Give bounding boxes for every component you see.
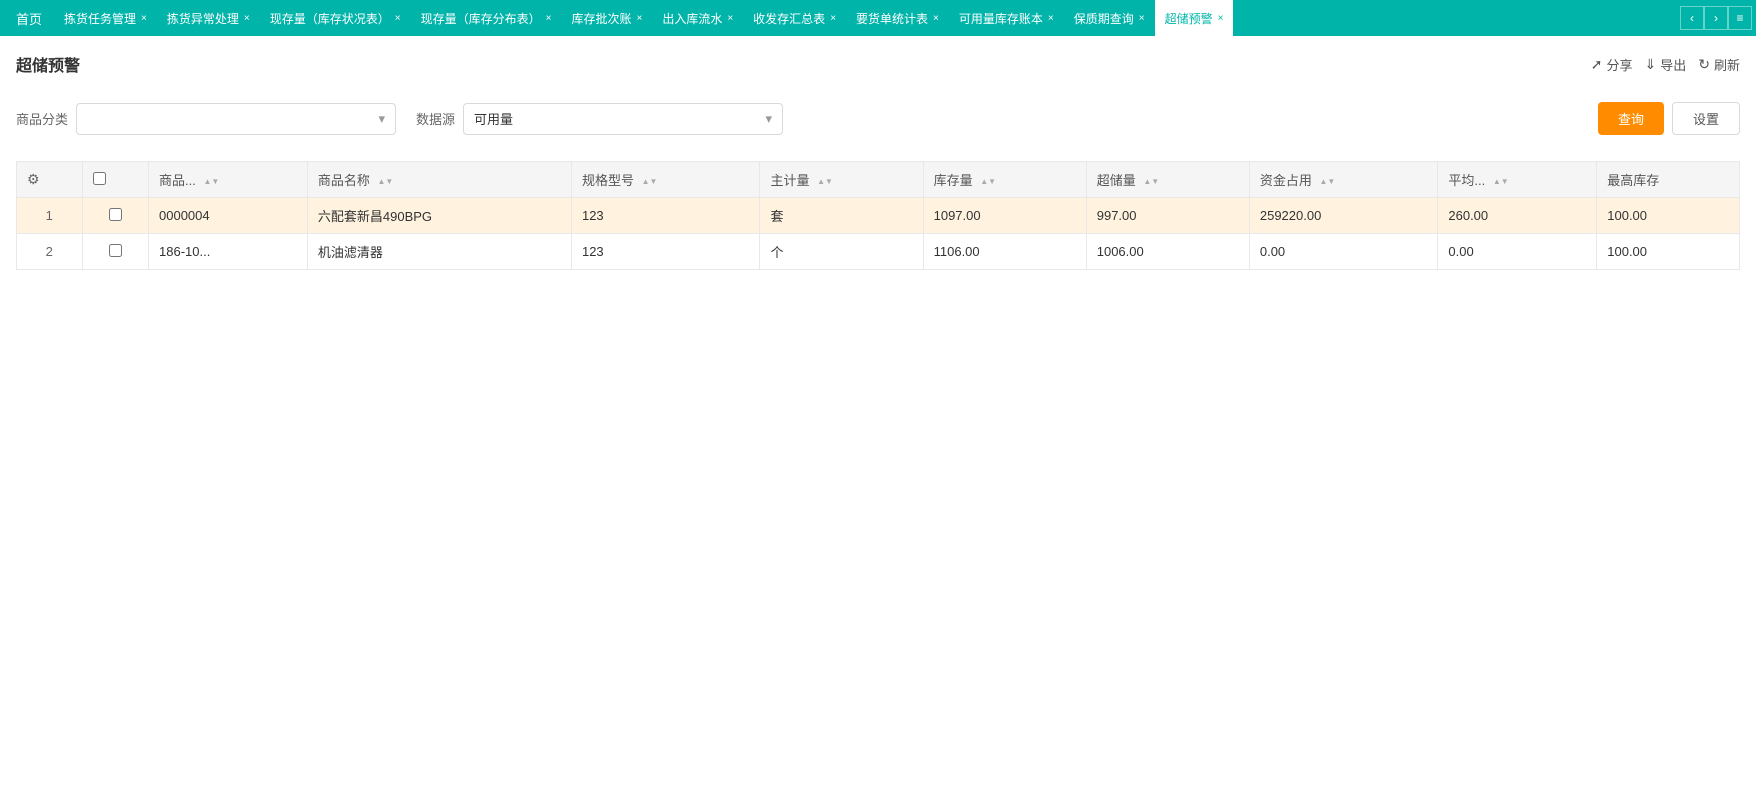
row-product-code-1: 186-10...	[149, 234, 308, 270]
table-header-row: ⚙ 商品... ▲▼ 商品名称 ▲▼ 规格型号 ▲▼ 主计	[17, 162, 1740, 198]
th-settings[interactable]: ⚙	[17, 162, 83, 198]
close-tab-2[interactable]: ×	[395, 13, 401, 24]
close-tab-7[interactable]: ×	[933, 13, 939, 24]
close-tab-6[interactable]: ×	[830, 13, 836, 24]
nav-home[interactable]: 首页	[4, 9, 54, 28]
row-overstock-1: 1006.00	[1086, 234, 1249, 270]
export-icon: ⇓	[1645, 56, 1657, 73]
export-button[interactable]: ⇓ 导出	[1645, 55, 1687, 74]
header-actions: ➚ 分享 ⇓ 导出 ↻ 刷新	[1591, 55, 1740, 74]
category-label: 商品分类	[16, 109, 68, 128]
nav-tab-10[interactable]: 超储预警 ×	[1155, 0, 1234, 36]
datasource-filter: 数据源 可用量 ▾	[416, 103, 783, 135]
filter-area: 商品分类 ▾ 数据源 可用量 ▾ 查询 设置	[16, 92, 1740, 145]
row-product-name-0: 六配套新昌490BPG	[307, 198, 571, 234]
nav-more-button[interactable]: ≡	[1728, 6, 1752, 30]
main-content: 超储预警 ➚ 分享 ⇓ 导出 ↻ 刷新 商品分类 ▾ 数据源	[0, 36, 1756, 800]
close-tab-3[interactable]: ×	[546, 13, 552, 24]
datasource-select-arrow: ▾	[766, 111, 773, 127]
datasource-label: 数据源	[416, 109, 455, 128]
gear-icon: ⚙	[27, 171, 40, 187]
select-all-checkbox[interactable]	[93, 172, 106, 185]
row-capital-0: 259220.00	[1249, 198, 1438, 234]
nav-tab-1[interactable]: 拣货异常处理 ×	[157, 0, 260, 36]
row-capital-1: 0.00	[1249, 234, 1438, 270]
nav-tab-6[interactable]: 收发存汇总表 ×	[743, 0, 846, 36]
sort-icon-product-code: ▲▼	[203, 177, 219, 186]
close-tab-1[interactable]: ×	[244, 13, 250, 24]
table-row: 1 0000004 六配套新昌490BPG 123 套 1097.00 997.…	[17, 198, 1740, 234]
row-stock-1: 1106.00	[923, 234, 1086, 270]
settings-button[interactable]: 设置	[1672, 102, 1740, 135]
nav-tab-4[interactable]: 库存批次账 ×	[561, 0, 652, 36]
row-num-0: 1	[17, 198, 83, 234]
datasource-select[interactable]: 可用量 ▾	[463, 103, 783, 135]
th-product-name[interactable]: 商品名称 ▲▼	[307, 162, 571, 198]
row-spec-1: 123	[571, 234, 760, 270]
row-unit-1: 个	[760, 234, 923, 270]
close-tab-9[interactable]: ×	[1139, 13, 1145, 24]
nav-tab-5[interactable]: 出入库流水 ×	[652, 0, 743, 36]
share-button[interactable]: ➚ 分享	[1591, 55, 1633, 74]
top-nav: 首页 拣货任务管理 × 拣货异常处理 × 现存量（库存状况表） × 现存量（库存…	[0, 0, 1756, 36]
sort-icon-avg: ▲▼	[1493, 177, 1509, 186]
nav-tab-9[interactable]: 保质期查询 ×	[1064, 0, 1155, 36]
sort-icon-product-name: ▲▼	[378, 177, 394, 186]
query-button[interactable]: 查询	[1598, 102, 1664, 135]
page-title: 超储预警	[16, 52, 80, 76]
nav-next-button[interactable]: ›	[1704, 6, 1728, 30]
row-stock-0: 1097.00	[923, 198, 1086, 234]
nav-tab-0[interactable]: 拣货任务管理 ×	[54, 0, 157, 36]
row-max-stock-0: 100.00	[1597, 198, 1740, 234]
th-capital[interactable]: 资金占用 ▲▼	[1249, 162, 1438, 198]
row-unit-0: 套	[760, 198, 923, 234]
sort-icon-spec: ▲▼	[642, 177, 658, 186]
datasource-select-value: 可用量	[474, 109, 513, 128]
close-tab-0[interactable]: ×	[141, 13, 147, 24]
row-product-code-0: 0000004	[149, 198, 308, 234]
row-overstock-0: 997.00	[1086, 198, 1249, 234]
category-filter: 商品分类 ▾	[16, 103, 396, 135]
close-tab-10[interactable]: ×	[1218, 13, 1224, 24]
nav-tab-3[interactable]: 现存量（库存分布表） ×	[411, 0, 562, 36]
table-row: 2 186-10... 机油滤清器 123 个 1106.00 1006.00 …	[17, 234, 1740, 270]
row-num-1: 2	[17, 234, 83, 270]
row-checkbox-1[interactable]	[82, 234, 148, 270]
category-select[interactable]: ▾	[76, 103, 396, 135]
row-avg-0: 260.00	[1438, 198, 1597, 234]
row-spec-0: 123	[571, 198, 760, 234]
refresh-button[interactable]: ↻ 刷新	[1698, 55, 1740, 74]
sort-icon-stock: ▲▼	[980, 177, 996, 186]
nav-prev-button[interactable]: ‹	[1680, 6, 1704, 30]
th-spec[interactable]: 规格型号 ▲▼	[571, 162, 760, 198]
category-select-arrow: ▾	[378, 111, 385, 127]
th-product-code[interactable]: 商品... ▲▼	[149, 162, 308, 198]
nav-tab-8[interactable]: 可用量库存账本 ×	[949, 0, 1064, 36]
filter-buttons: 查询 设置	[1598, 102, 1740, 135]
nav-tab-7[interactable]: 要货单统计表 ×	[846, 0, 949, 36]
sort-icon-unit: ▲▼	[817, 177, 833, 186]
close-tab-5[interactable]: ×	[727, 13, 733, 24]
page-header: 超储预警 ➚ 分享 ⇓ 导出 ↻ 刷新	[16, 52, 1740, 76]
sort-icon-overstock: ▲▼	[1143, 177, 1159, 186]
th-max-stock: 最高库存	[1597, 162, 1740, 198]
th-unit[interactable]: 主计量 ▲▼	[760, 162, 923, 198]
data-table: ⚙ 商品... ▲▼ 商品名称 ▲▼ 规格型号 ▲▼ 主计	[16, 161, 1740, 270]
close-tab-8[interactable]: ×	[1048, 13, 1054, 24]
th-checkbox[interactable]	[82, 162, 148, 198]
refresh-icon: ↻	[1698, 56, 1710, 73]
sort-icon-capital: ▲▼	[1320, 177, 1336, 186]
row-avg-1: 0.00	[1438, 234, 1597, 270]
th-avg[interactable]: 平均... ▲▼	[1438, 162, 1597, 198]
nav-arrows: ‹ › ≡	[1680, 6, 1752, 30]
close-tab-4[interactable]: ×	[636, 13, 642, 24]
th-overstock[interactable]: 超储量 ▲▼	[1086, 162, 1249, 198]
th-stock[interactable]: 库存量 ▲▼	[923, 162, 1086, 198]
row-product-name-1: 机油滤清器	[307, 234, 571, 270]
table-body: 1 0000004 六配套新昌490BPG 123 套 1097.00 997.…	[17, 198, 1740, 270]
share-icon: ➚	[1591, 56, 1603, 73]
row-max-stock-1: 100.00	[1597, 234, 1740, 270]
row-checkbox-0[interactable]	[82, 198, 148, 234]
nav-tab-2[interactable]: 现存量（库存状况表） ×	[260, 0, 411, 36]
